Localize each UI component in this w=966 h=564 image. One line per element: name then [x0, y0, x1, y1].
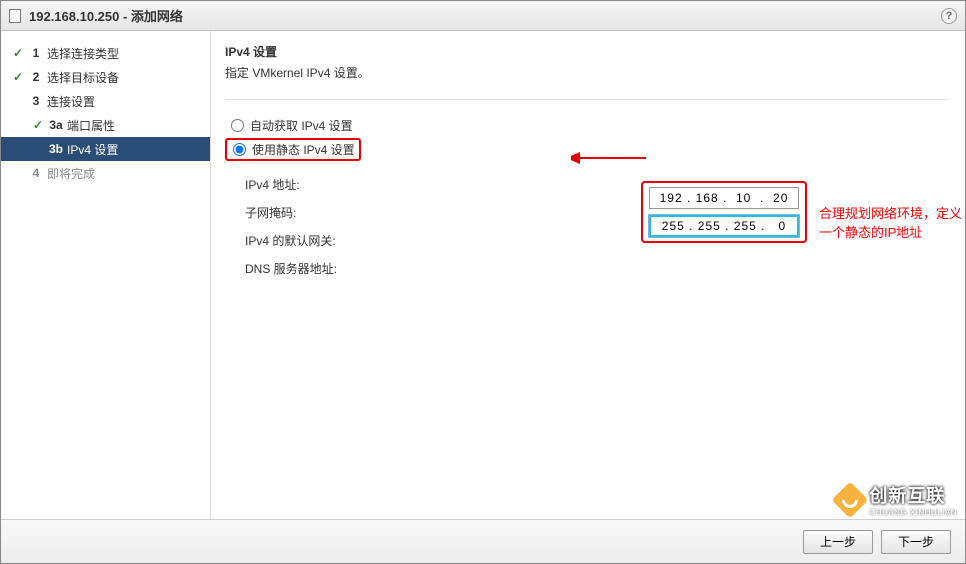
input-subnet-mask[interactable]	[649, 215, 799, 237]
row-dns: DNS 服务器地址:	[225, 254, 949, 282]
highlight-ip-boxes	[641, 181, 807, 243]
radio-auto-label: 自动获取 IPv4 设置	[250, 117, 353, 134]
row-ip: IPv4 地址:	[225, 170, 949, 198]
check-icon: ✓	[31, 118, 45, 132]
label-mask: 子网掩码:	[225, 204, 385, 221]
check-icon: ✓	[11, 46, 25, 60]
check-icon: ✓	[11, 70, 25, 84]
help-icon[interactable]: ?	[941, 8, 957, 24]
radio-static[interactable]	[233, 143, 246, 156]
back-button[interactable]: 上一步	[803, 530, 873, 554]
step-3b[interactable]: 3b IPv4 设置	[1, 137, 210, 161]
page-title: IPv4 设置	[225, 43, 949, 60]
step-1[interactable]: ✓ 1 选择连接类型	[1, 41, 210, 65]
window-title: 192.168.10.250 - 添加网络	[29, 6, 183, 25]
sidebar: ✓ 1 选择连接类型 ✓ 2 选择目标设备 3 连接设置 ✓ 3a 端口属性	[1, 31, 211, 519]
next-button[interactable]: 下一步	[881, 530, 951, 554]
label-ip: IPv4 地址:	[225, 176, 385, 193]
radio-static-row[interactable]: 使用静态 IPv4 设置	[225, 138, 949, 160]
titlebar: 192.168.10.250 - 添加网络 ?	[1, 1, 965, 31]
page-description: 指定 VMkernel IPv4 设置。	[225, 64, 949, 81]
highlight-static-option: 使用静态 IPv4 设置	[225, 138, 361, 161]
radio-auto-row[interactable]: 自动获取 IPv4 设置	[229, 114, 949, 136]
radio-auto[interactable]	[231, 119, 244, 132]
step-2[interactable]: ✓ 2 选择目标设备	[1, 65, 210, 89]
divider	[225, 99, 949, 100]
wizard-body: ✓ 1 选择连接类型 ✓ 2 选择目标设备 3 连接设置 ✓ 3a 端口属性	[1, 31, 965, 519]
radio-static-label: 使用静态 IPv4 设置	[252, 141, 355, 158]
step-3[interactable]: 3 连接设置	[1, 89, 210, 113]
window-icon	[9, 9, 21, 23]
input-ipv4-address[interactable]	[649, 187, 799, 209]
footer: 上一步 下一步	[1, 519, 965, 563]
wizard-window: 192.168.10.250 - 添加网络 ? ✓ 1 选择连接类型 ✓ 2 选…	[0, 0, 966, 564]
step-4[interactable]: 4 即将完成	[1, 161, 210, 185]
content-pane: IPv4 设置 指定 VMkernel IPv4 设置。 自动获取 IPv4 设…	[211, 31, 965, 519]
annotation-text: 合理规划网络环境，定义一个静态的IP地址	[819, 203, 965, 241]
step-3a[interactable]: ✓ 3a 端口属性	[1, 113, 210, 137]
label-gw: IPv4 的默认网关:	[225, 232, 385, 249]
label-dns: DNS 服务器地址:	[225, 260, 385, 277]
